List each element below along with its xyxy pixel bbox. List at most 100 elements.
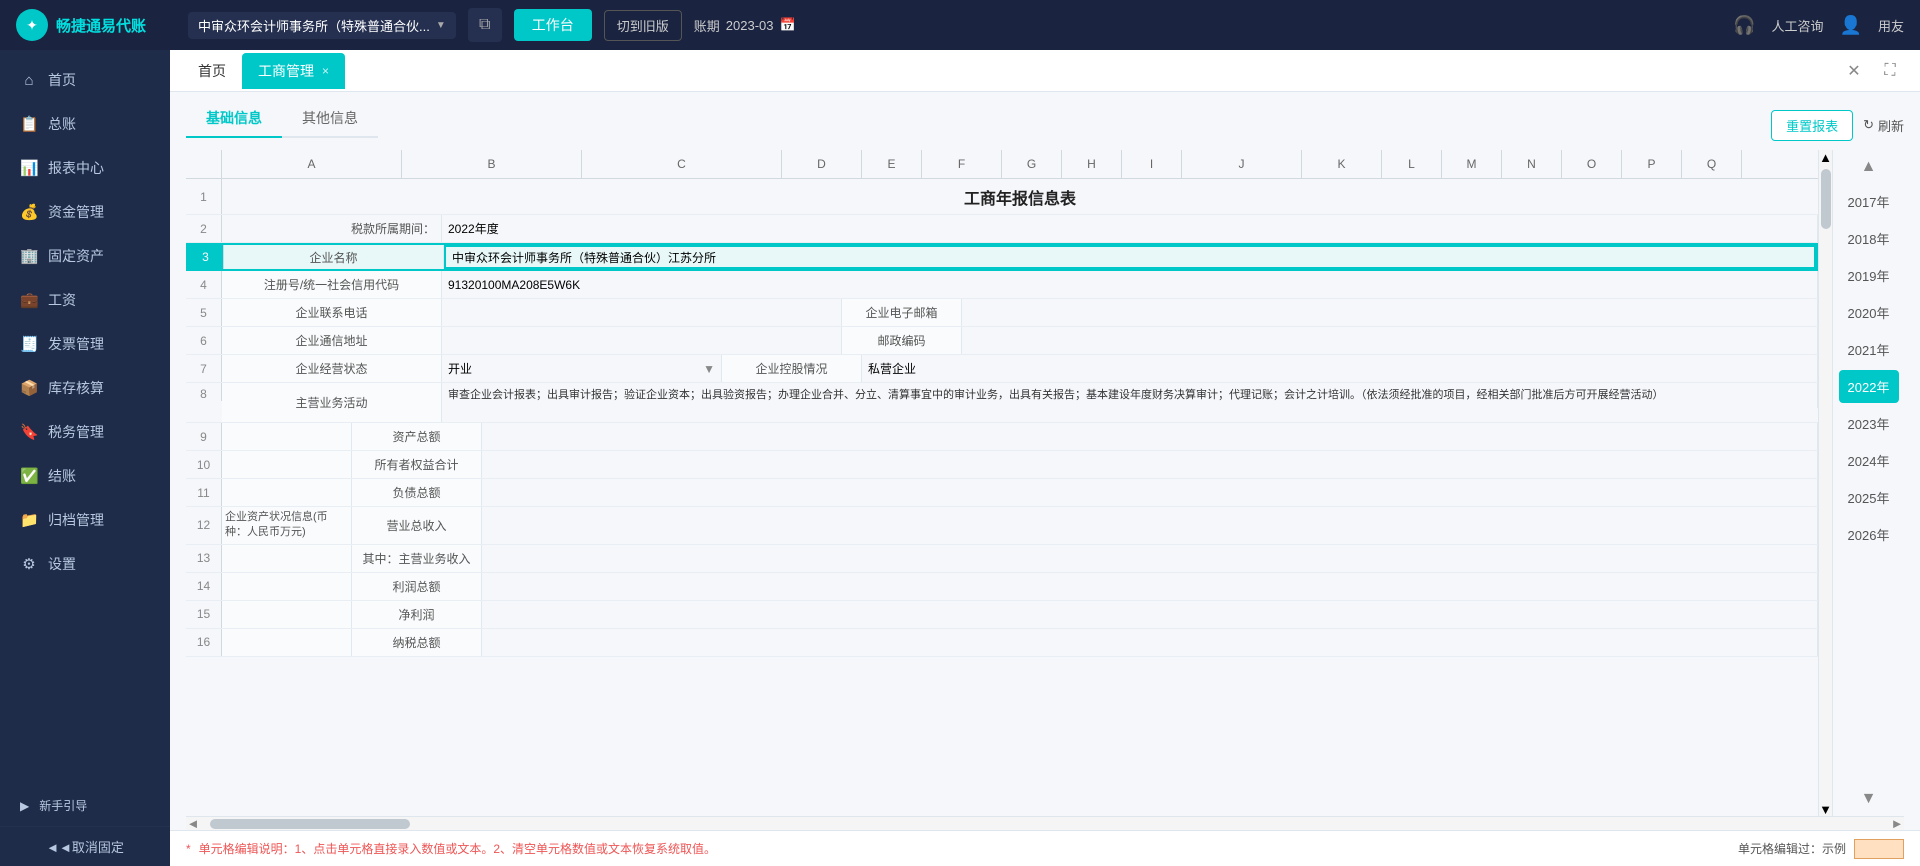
switch-old-button[interactable]: 切到旧版	[604, 10, 682, 41]
home-icon: ⌂	[20, 72, 38, 89]
sidebar-item-home[interactable]: ⌂ 首页	[0, 58, 170, 102]
contact-value-cell[interactable]	[442, 299, 842, 326]
close-window-icon[interactable]: ✕	[1840, 57, 1868, 85]
assets-value-cell[interactable]	[482, 423, 1818, 450]
revenue-total-label: 营业总收入	[352, 507, 482, 544]
revenue-total-value[interactable]	[482, 507, 1818, 544]
tab-active[interactable]: 工商管理 ×	[242, 53, 345, 89]
reports-icon: 📊	[20, 159, 38, 177]
tax-group	[222, 629, 352, 656]
scroll-right-icon[interactable]: ►	[1890, 817, 1904, 831]
biz-activity-value-cell[interactable]: 审查企业会计报表；出具审计报告；验证企业资本；出具验资报告；办理企业合并、分立、…	[442, 383, 1818, 408]
table-row: 2 税款所属期间： 2022年度	[186, 215, 1818, 243]
sidebar-item-closing[interactable]: ✅ 结账	[0, 454, 170, 498]
reg-value-cell[interactable]: 91320100MA208E5W6K	[442, 271, 1818, 298]
tax-value[interactable]	[482, 629, 1818, 656]
tab-close-icon[interactable]: ×	[322, 64, 329, 78]
scroll-up-icon[interactable]: ▲	[1819, 150, 1832, 164]
settings-icon: ⚙	[20, 555, 38, 573]
company-value-cell[interactable]: 中审众环会计师事务所（特殊普通合伙）江苏分所	[444, 245, 1816, 269]
reset-report-button[interactable]: 重置报表	[1771, 110, 1853, 141]
year-panel: ▲ 2017年 2018年 2019年 2020年 2021年 2022年 2023年 202…	[1832, 150, 1904, 816]
year-item[interactable]: 2023年	[1839, 407, 1899, 440]
year-item[interactable]: 2017年	[1839, 185, 1899, 218]
company-name: 中审众环会计师事务所（特殊普通合伙...	[198, 16, 430, 35]
sidebar-item-general-ledger[interactable]: 📋 总账	[0, 102, 170, 146]
year-item[interactable]: 2025年	[1839, 481, 1899, 514]
table-title-cell[interactable]: 工商年报信息表	[222, 179, 1818, 214]
main-income-value[interactable]	[482, 545, 1818, 572]
sidebar-item-wages[interactable]: 💼 工资	[0, 278, 170, 322]
scroll-left-icon[interactable]: ◄	[186, 817, 200, 831]
biz-activity-label-cell: 主营业务活动	[222, 383, 442, 422]
year-item[interactable]: 2020年	[1839, 296, 1899, 329]
row-num-15: 15	[186, 601, 222, 628]
year-scroll-down-icon[interactable]: ▼	[1857, 786, 1881, 812]
liab-value-cell[interactable]	[482, 479, 1818, 506]
unpin-button[interactable]: ◄◄取消固定	[0, 826, 170, 866]
holding-value-cell[interactable]: 私营企业	[862, 355, 1818, 382]
liab-group	[222, 479, 352, 506]
sidebar-item-invoices[interactable]: 🧾 发票管理	[0, 322, 170, 366]
address-value-cell[interactable]	[442, 327, 842, 354]
expand-icon[interactable]: ⛶	[1876, 57, 1904, 85]
vertical-scrollbar[interactable]: ▲ ▼	[1818, 150, 1832, 816]
year-scroll-up-icon[interactable]: ▲	[1857, 154, 1881, 180]
year-list: 2017年 2018年 2019年 2020年 2021年 2022年 2023年 2024年…	[1833, 180, 1904, 786]
copy-button[interactable]: ⧉	[468, 8, 502, 42]
postcode-value-cell[interactable]	[962, 327, 1818, 354]
sidebar-item-settings[interactable]: ⚙ 设置	[0, 542, 170, 586]
period-value-cell[interactable]: 2022年度	[442, 215, 1818, 242]
table-row: 8 主营业务活动 审查企业会计报表；出具审计报告；验证企业资本；出具验资报告；办…	[186, 383, 1818, 423]
invoices-icon: 🧾	[20, 335, 38, 353]
profit-value[interactable]	[482, 573, 1818, 600]
equity-value-cell[interactable]	[482, 451, 1818, 478]
sidebar-item-reports[interactable]: 📊 报表中心	[0, 146, 170, 190]
workbench-button[interactable]: 工作台	[514, 9, 592, 41]
sub-tab-other[interactable]: 其他信息	[282, 100, 378, 138]
tab-bar: 首页 工商管理 × ✕ ⛶	[170, 50, 1920, 92]
col-header-l: L	[1382, 150, 1442, 178]
sidebar-item-funds[interactable]: 💰 资金管理	[0, 190, 170, 234]
help-text[interactable]: 人工咨询	[1772, 16, 1824, 35]
email-value-cell[interactable]	[962, 299, 1818, 326]
new-guide-item[interactable]: ▶ 新手引导	[0, 785, 170, 826]
table-row: 6 企业通信地址 邮政编码	[186, 327, 1818, 355]
main-layout: ⌂ 首页 📋 总账 📊 报表中心 💰 资金管理 🏢 固定资产 💼 工资 🧾 发票…	[0, 50, 1920, 866]
row-num-8: 8	[186, 383, 222, 401]
year-item[interactable]: 2022年	[1839, 370, 1899, 403]
scroll-down-icon[interactable]: ▼	[1819, 802, 1832, 816]
archive-icon: 📁	[20, 511, 38, 529]
sub-tab-basic[interactable]: 基础信息	[186, 100, 282, 138]
col-header-i: I	[1122, 150, 1182, 178]
company-selector[interactable]: 中审众环会计师事务所（特殊普通合伙... ▼	[188, 12, 456, 39]
row-num-7: 7	[186, 355, 222, 382]
year-item[interactable]: 2024年	[1839, 444, 1899, 477]
year-item[interactable]: 2021年	[1839, 333, 1899, 366]
scroll-thumb-h[interactable]	[210, 819, 410, 829]
scroll-thumb-v[interactable]	[1821, 169, 1831, 229]
calendar-icon[interactable]: 📅	[780, 17, 796, 33]
user-name[interactable]: 用友	[1878, 16, 1904, 35]
row-num-4: 4	[186, 271, 222, 298]
year-item[interactable]: 2019年	[1839, 259, 1899, 292]
sidebar-label-home: 首页	[48, 70, 76, 90]
sidebar-item-archive[interactable]: 📁 归档管理	[0, 498, 170, 542]
refresh-button[interactable]: ↻ 刷新	[1863, 116, 1904, 135]
row-num-12: 12	[186, 507, 222, 544]
table-row: 14 利润总额	[186, 573, 1818, 601]
sheet-wrapper: A B C D E F G H I J K L M	[186, 150, 1904, 816]
year-item[interactable]: 2018年	[1839, 222, 1899, 255]
biz-status-value-cell[interactable]: 开业 ▼	[442, 355, 722, 382]
scroll-track-v	[1819, 164, 1832, 802]
net-profit-value[interactable]	[482, 601, 1818, 628]
year-item[interactable]: 2026年	[1839, 518, 1899, 551]
main-content: 首页 工商管理 × ✕ ⛶ 基础信息 其他信息	[170, 50, 1920, 866]
sidebar-item-tax[interactable]: 🔖 税务管理	[0, 410, 170, 454]
sidebar-item-fixed-assets[interactable]: 🏢 固定资产	[0, 234, 170, 278]
period-area: 账期 2023-03 📅	[694, 16, 796, 35]
tab-home[interactable]: 首页	[186, 53, 238, 89]
row-num-2: 2	[186, 215, 222, 242]
sidebar-item-inventory[interactable]: 📦 库存核算	[0, 366, 170, 410]
table-row[interactable]: 3 企业名称 中审众环会计师事务所（特殊普通合伙）江苏分所	[186, 243, 1818, 271]
